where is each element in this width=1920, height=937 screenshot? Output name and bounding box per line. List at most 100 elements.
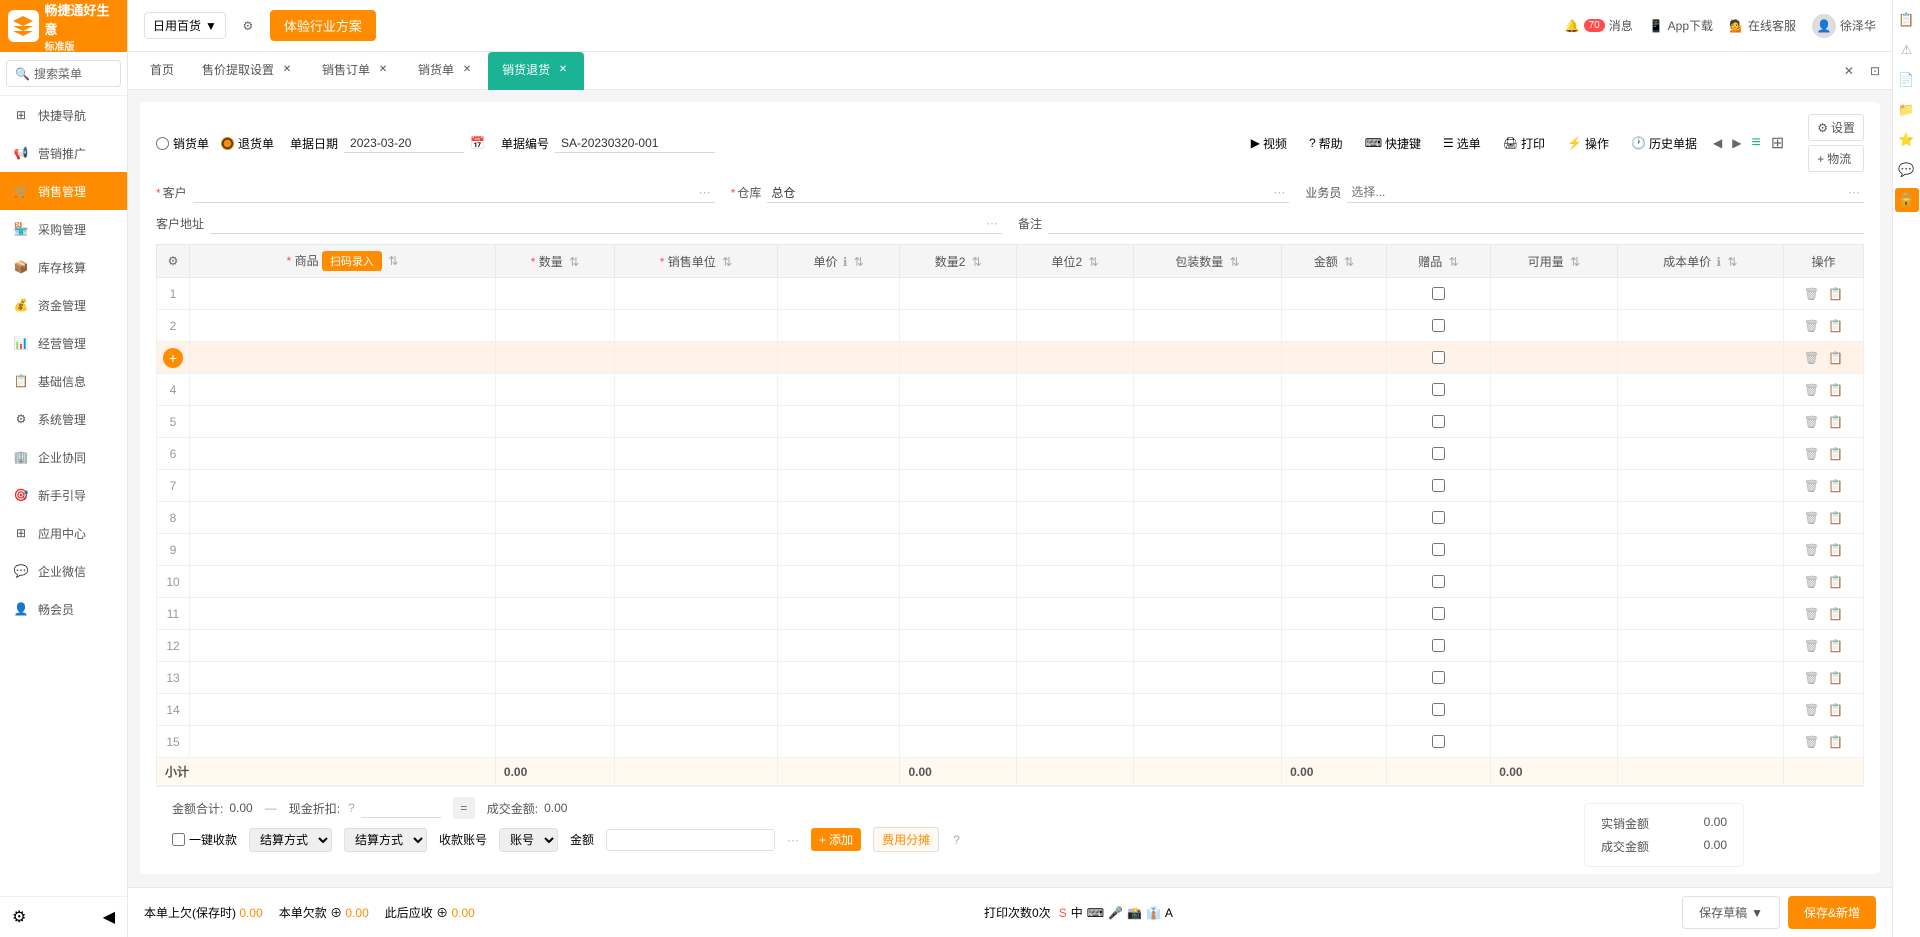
row-9-qty[interactable]	[495, 534, 614, 566]
nav-prev[interactable]: ◀	[1713, 136, 1722, 150]
row-7-product[interactable]	[190, 470, 496, 502]
tab-sell-order-close[interactable]: ✕	[376, 63, 390, 77]
row-6-sell-unit[interactable]	[615, 438, 778, 470]
row-7-qty[interactable]	[495, 470, 614, 502]
row-3-avail[interactable]	[1491, 342, 1617, 374]
row-8-product[interactable]	[190, 502, 496, 534]
row-11-unit-price[interactable]	[777, 598, 900, 630]
view-list-icon[interactable]: ≡	[1751, 134, 1760, 152]
add-fee-button[interactable]: + 添加	[811, 828, 861, 851]
customer-input[interactable]	[193, 182, 695, 202]
row-14-avail[interactable]	[1491, 694, 1617, 726]
salesperson-input[interactable]	[1347, 182, 1844, 202]
row-1-amount[interactable]	[1282, 278, 1387, 310]
gift-checkbox-14[interactable]	[1432, 703, 1445, 716]
row-13-sell-unit[interactable]	[615, 662, 778, 694]
product-input-row-3[interactable]	[196, 351, 489, 365]
row-15-amount[interactable]	[1282, 726, 1387, 758]
row-15-qty2[interactable]	[900, 726, 1017, 758]
sidebar-item-member[interactable]: 👤 畅会员	[0, 590, 127, 628]
delete-btn-1[interactable]: 🗑	[1803, 285, 1821, 303]
copy-btn-7[interactable]: 📋	[1827, 477, 1845, 495]
col-settings-icon[interactable]: ⚙	[165, 254, 181, 268]
row-10-sell-unit[interactable]	[615, 566, 778, 598]
row-1-product[interactable]	[190, 278, 496, 310]
row-5-unit-price[interactable]	[777, 406, 900, 438]
tab-sell-return[interactable]: 销货退货 ✕	[488, 52, 584, 90]
row-5-unit2[interactable]	[1017, 406, 1134, 438]
delete-btn-7[interactable]: 🗑	[1803, 477, 1821, 495]
row-2-qty[interactable]	[495, 310, 614, 342]
gift-checkbox-5[interactable]	[1432, 415, 1445, 428]
row-5-product[interactable]	[190, 406, 496, 438]
pack-sort-icon[interactable]: ⇅	[1230, 255, 1240, 269]
row-11-cost-price[interactable]	[1617, 598, 1783, 630]
qty2-sort-icon[interactable]: ⇅	[972, 255, 982, 269]
row-8-cost-price[interactable]	[1617, 502, 1783, 534]
delete-btn-8[interactable]: 🗑	[1803, 509, 1821, 527]
row-2-pack-qty[interactable]	[1133, 310, 1281, 342]
gift-checkbox-13[interactable]	[1432, 671, 1445, 684]
logistics-btn[interactable]: + 物流	[1808, 145, 1864, 172]
row-8-qty2[interactable]	[900, 502, 1017, 534]
row-12-sell-unit[interactable]	[615, 630, 778, 662]
row-2-amount[interactable]	[1282, 310, 1387, 342]
row-15-qty[interactable]	[495, 726, 614, 758]
row-12-amount[interactable]	[1282, 630, 1387, 662]
collapse-icon[interactable]: ◀	[103, 907, 115, 927]
row-14-product[interactable]	[190, 694, 496, 726]
gift-checkbox-3[interactable]	[1432, 351, 1445, 364]
experience-button[interactable]: 体验行业方案	[270, 10, 376, 41]
sidebar-item-finance[interactable]: 💰 资金管理	[0, 286, 127, 324]
search-menu-button[interactable]: 🔍 搜索菜单	[6, 60, 121, 87]
copy-btn-6[interactable]: 📋	[1827, 445, 1845, 463]
row-6-qty2[interactable]	[900, 438, 1017, 470]
cash-discount-input[interactable]	[361, 799, 441, 818]
row-14-pack-qty[interactable]	[1133, 694, 1281, 726]
row-10-avail[interactable]	[1491, 566, 1617, 598]
history-btn[interactable]: 🕐 历史单据	[1625, 132, 1703, 155]
copy-btn-12[interactable]: 📋	[1827, 637, 1845, 655]
row-15-unit2[interactable]	[1017, 726, 1134, 758]
copy-btn-13[interactable]: 📋	[1827, 669, 1845, 687]
row-1-sell-unit[interactable]	[615, 278, 778, 310]
row-7-qty2[interactable]	[900, 470, 1017, 502]
row-5-pack-qty[interactable]	[1133, 406, 1281, 438]
row-1-unit2[interactable]	[1017, 278, 1134, 310]
view-grid-icon[interactable]: ⊞	[1771, 133, 1784, 153]
row-3-unit2[interactable]	[1017, 342, 1134, 374]
row-8-sell-unit[interactable]	[615, 502, 778, 534]
row-9-qty2[interactable]	[900, 534, 1017, 566]
row-9-avail[interactable]	[1491, 534, 1617, 566]
row-1-qty2[interactable]	[900, 278, 1017, 310]
row-14-amount[interactable]	[1282, 694, 1387, 726]
delete-btn-10[interactable]: 🗑	[1803, 573, 1821, 591]
row-2-product[interactable]	[190, 310, 496, 342]
row-11-qty[interactable]	[495, 598, 614, 630]
delete-btn-14[interactable]: 🗑	[1803, 701, 1821, 719]
row-6-unit2[interactable]	[1017, 438, 1134, 470]
row-14-unit-price[interactable]	[777, 694, 900, 726]
tab-sell-goods[interactable]: 销货单 ✕	[404, 52, 488, 90]
app-download-btn[interactable]: 📱 App下载	[1649, 17, 1713, 34]
cost-sort-icon[interactable]: ⇅	[1727, 255, 1737, 269]
copy-btn-5[interactable]: 📋	[1827, 413, 1845, 431]
row-11-qty2[interactable]	[900, 598, 1017, 630]
gift-checkbox-15[interactable]	[1432, 735, 1445, 748]
row-4-cost-price[interactable]	[1617, 374, 1783, 406]
row-10-unit-price[interactable]	[777, 566, 900, 598]
settings-btn[interactable]: ⚙ 设置	[1808, 114, 1864, 141]
row-12-avail[interactable]	[1491, 630, 1617, 662]
gift-checkbox-10[interactable]	[1432, 575, 1445, 588]
row-14-qty[interactable]	[495, 694, 614, 726]
row-8-qty[interactable]	[495, 502, 614, 534]
tab-maximize[interactable]: ⊡	[1866, 62, 1884, 80]
row-2-unit2[interactable]	[1017, 310, 1134, 342]
row-5-avail[interactable]	[1491, 406, 1617, 438]
notification-btn[interactable]: 🔔 70 消息	[1565, 17, 1633, 34]
unit-price-info-icon[interactable]: ℹ	[843, 255, 848, 269]
row-9-sell-unit[interactable]	[615, 534, 778, 566]
delete-btn-9[interactable]: 🗑	[1803, 541, 1821, 559]
row-14-sell-unit[interactable]	[615, 694, 778, 726]
row-14-unit2[interactable]	[1017, 694, 1134, 726]
